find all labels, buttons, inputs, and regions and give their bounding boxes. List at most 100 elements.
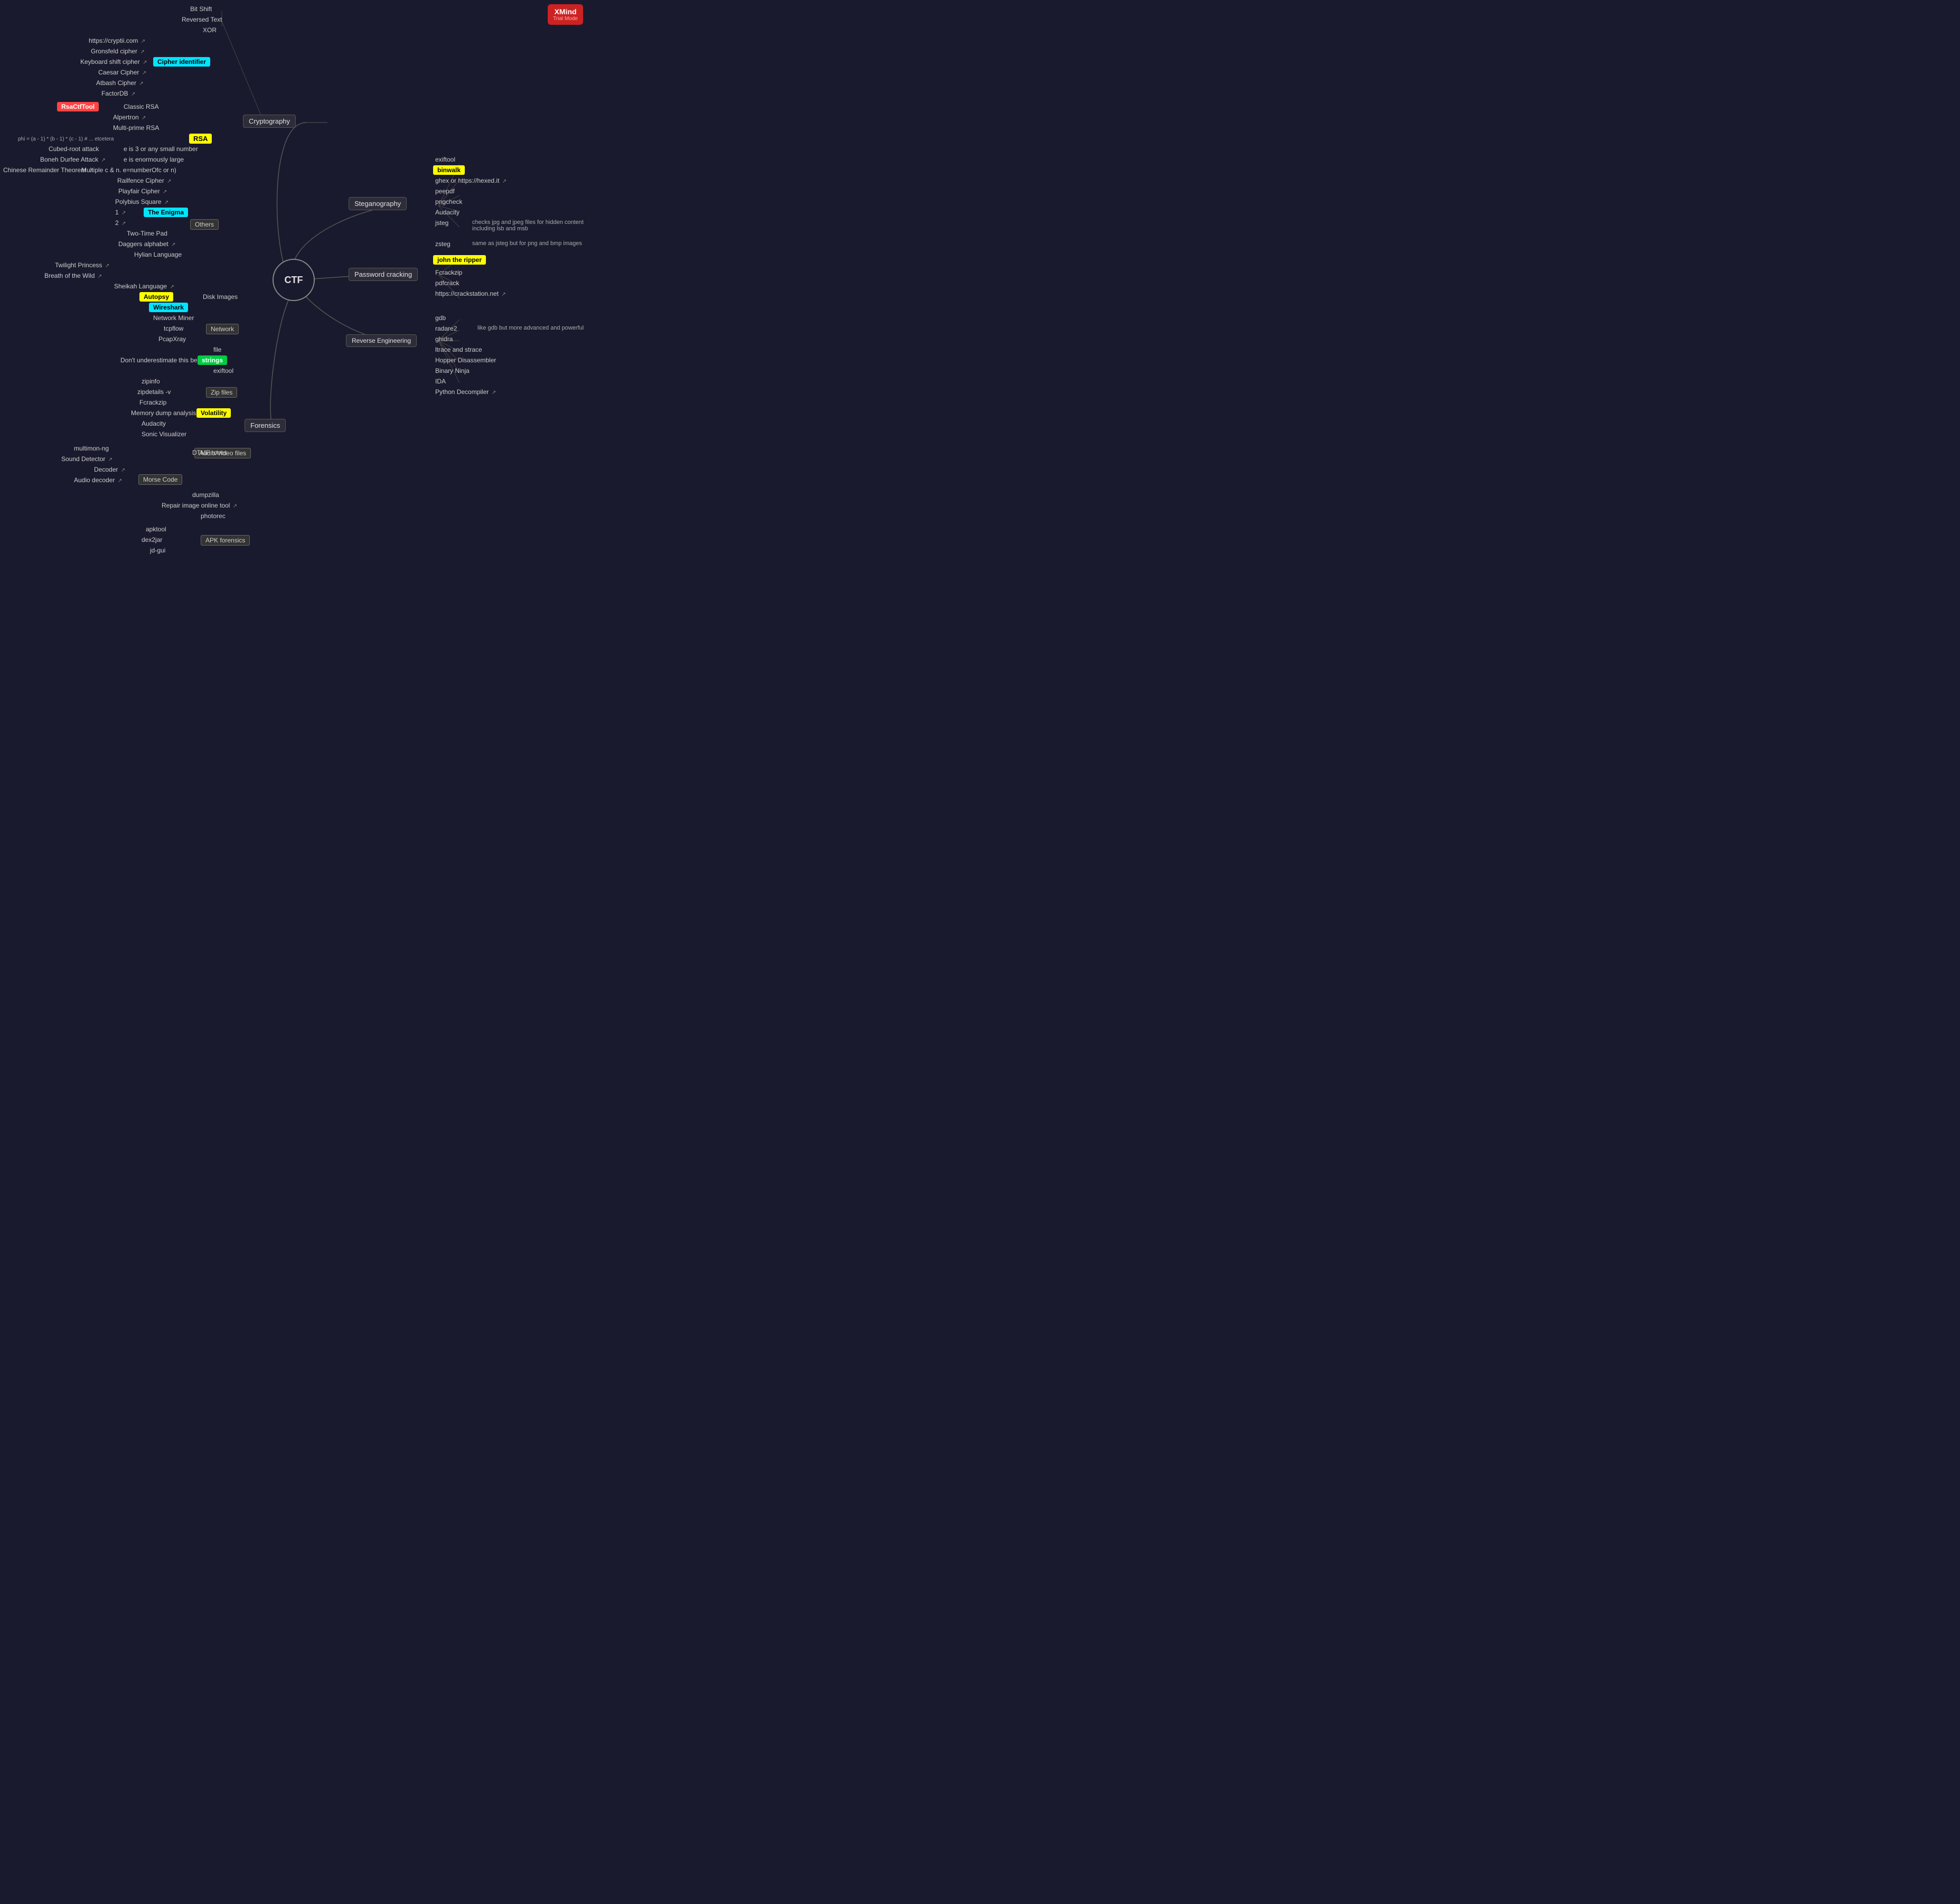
leaf-e-enormous: e is enormously large: [121, 155, 186, 164]
highlight-the-enigma[interactable]: The Enigma: [144, 208, 188, 217]
leaf-bit-shift: Bit Shift: [188, 4, 214, 14]
leaf-exiftool-steg: exiftool: [433, 155, 457, 164]
leaf-phi: phi = (a - 1) * (b - 1) * (c - 1) # ... …: [16, 134, 116, 143]
external-link-icon: ↗: [502, 179, 507, 184]
label-network: Network: [206, 324, 239, 334]
leaf-tcpflow: tcpflow: [162, 324, 185, 333]
external-link-icon: ↗: [142, 70, 146, 76]
external-link-icon: ↗: [131, 91, 135, 97]
branch-cryptography: Cryptography: [243, 115, 296, 128]
xmind-sub: Trial Mode: [553, 16, 578, 22]
highlight-strings[interactable]: strings: [198, 355, 227, 365]
leaf-alpertron[interactable]: Alpertron ↗: [111, 112, 148, 122]
highlight-rsactftool[interactable]: RsaCtfTool: [57, 102, 99, 111]
leaf-sheikah[interactable]: Sheikah Language ↗: [112, 282, 176, 291]
highlight-autopsy[interactable]: Autopsy: [139, 292, 173, 302]
leaf-fcrackzip-for: Fcrackzip: [137, 398, 168, 407]
leaf-zsteg-desc: same as jsteg but for png and bmp images: [470, 239, 584, 248]
leaf-decoder[interactable]: Decoder ↗: [92, 465, 127, 474]
external-link-icon: ↗: [171, 242, 175, 248]
mind-map-canvas: XMind Trial Mode: [0, 0, 587, 571]
leaf-audacity-for: Audacity: [139, 419, 168, 428]
leaf-twilight[interactable]: Twilight Princess ↗: [53, 260, 111, 270]
external-link-icon: ↗: [105, 263, 109, 269]
external-link-icon: ↗: [170, 284, 174, 290]
external-link-icon: ↗: [163, 189, 167, 195]
highlight-cipher-identifier[interactable]: Cipher identifier: [153, 57, 210, 67]
external-link-icon: ↗: [139, 81, 143, 87]
external-link-icon: ↗: [98, 274, 102, 279]
leaf-radare2: radare2: [433, 324, 459, 333]
leaf-dex2jar: dex2jar: [139, 535, 164, 545]
external-link-icon: ↗: [164, 200, 168, 205]
external-link-icon: ↗: [101, 157, 105, 163]
leaf-keyboard-shift[interactable]: Keyboard shift cipher ↗: [78, 57, 149, 67]
leaf-playfair[interactable]: Playfair Cipher ↗: [116, 186, 169, 196]
leaf-boneh-durfee[interactable]: Boneh Durfee Attack ↗: [38, 155, 108, 164]
leaf-hopper: Hopper Disassembler: [433, 355, 498, 365]
leaf-atbash[interactable]: Atbash Cipher ↗: [94, 78, 146, 88]
leaf-jsteg-desc: checks jpg and jpeg files for hidden con…: [470, 218, 587, 233]
leaf-crackstation[interactable]: https://crackstation.net ↗: [433, 289, 508, 298]
leaf-ghex[interactable]: ghex or https://hexed.it ↗: [433, 176, 509, 185]
label-morse: Morse Code: [138, 474, 182, 485]
leaf-enigma-1[interactable]: 1 ↗: [113, 208, 128, 217]
leaf-disk-images: Disk Images: [201, 292, 240, 302]
leaf-ltrace: ltrace and strace: [433, 345, 484, 354]
leaf-ghidra: ghidra: [433, 334, 455, 344]
leaf-polybius[interactable]: Polybius Square ↗: [113, 197, 171, 207]
label-dtmf: DTMF tones: [190, 448, 229, 457]
leaf-repair-image[interactable]: Repair image online tool ↗: [160, 501, 239, 510]
leaf-zsteg: zsteg: [433, 239, 453, 249]
highlight-john[interactable]: john the ripper: [433, 255, 486, 265]
highlight-wireshark[interactable]: Wireshark: [149, 303, 188, 312]
leaf-xor: XOR: [201, 25, 219, 35]
leaf-ida: IDA: [433, 377, 448, 386]
leaf-cubed-root: Cubed-root attack: [46, 144, 101, 154]
xmind-badge: XMind Trial Mode: [548, 4, 583, 25]
external-link-icon: ↗: [233, 503, 237, 509]
leaf-audio-decoder[interactable]: Audio decoder ↗: [72, 475, 124, 485]
leaf-apktool: apktool: [144, 524, 168, 534]
external-link-icon: ↗: [121, 210, 126, 216]
leaf-photorec: photorec: [199, 511, 228, 521]
leaf-multi-prime: Multi-prime RSA: [111, 123, 161, 133]
leaf-dumpzilla: dumpzilla: [190, 490, 221, 500]
leaf-python-decompiler[interactable]: Python Decompiler ↗: [433, 387, 498, 397]
external-link-icon: ↗: [143, 60, 147, 65]
leaf-radare2-desc: like gdb but more advanced and powerful: [475, 324, 586, 332]
leaf-pdfcrack: pdfcrack: [433, 278, 461, 288]
leaf-jd-gui: jd-gui: [148, 546, 167, 555]
leaf-zipdetails: zipdetails -v: [135, 387, 173, 397]
leaf-classic-rsa: Classic RSA: [121, 102, 161, 111]
leaf-memory-dump: Memory dump analysis: [129, 408, 198, 418]
leaf-breath[interactable]: Breath of the Wild ↗: [42, 271, 104, 280]
leaf-file: file: [211, 345, 223, 354]
external-link-icon: ↗: [121, 221, 126, 227]
leaf-pngcheck: pngcheck: [433, 197, 464, 207]
leaf-exiftool-for: exiftool: [211, 366, 236, 376]
label-apk-forensics: APK forensics: [201, 535, 250, 546]
leaf-sound-detector[interactable]: Sound Detector ↗: [59, 454, 115, 464]
highlight-rsa[interactable]: RSA: [189, 134, 212, 144]
leaf-e-is-3: e is 3 or any small number: [121, 144, 200, 154]
leaf-factordb[interactable]: FactorDB ↗: [99, 89, 137, 98]
leaf-network-miner: Network Miner: [151, 313, 196, 323]
leaf-gronsfeld[interactable]: Gronsfeld cipher ↗: [89, 46, 147, 56]
leaf-reversed-text: Reversed Text: [180, 15, 224, 24]
external-link-icon: ↗: [108, 457, 112, 463]
leaf-cryptii[interactable]: https://cryptii.com ↗: [87, 36, 147, 45]
leaf-caesar[interactable]: Caesar Cipher ↗: [96, 68, 148, 77]
branch-reverse-engineering: Reverse Engineering: [346, 334, 417, 347]
branch-forensics: Forensics: [245, 419, 286, 432]
leaf-enigma-2[interactable]: 2 ↗: [113, 218, 128, 228]
xmind-title: XMind: [553, 7, 578, 16]
highlight-binwalk[interactable]: binwalk: [433, 165, 465, 175]
branch-steganography: Steganography: [349, 197, 407, 210]
external-link-icon: ↗: [167, 179, 171, 184]
highlight-volatility[interactable]: Volatility: [196, 408, 231, 418]
leaf-daggers[interactable]: Daggers alphabet ↗: [116, 239, 177, 249]
leaf-railfence[interactable]: Railfence Cipher ↗: [115, 176, 173, 185]
label-others: Others: [190, 219, 219, 230]
leaf-audacity-steg: Audacity: [433, 208, 462, 217]
